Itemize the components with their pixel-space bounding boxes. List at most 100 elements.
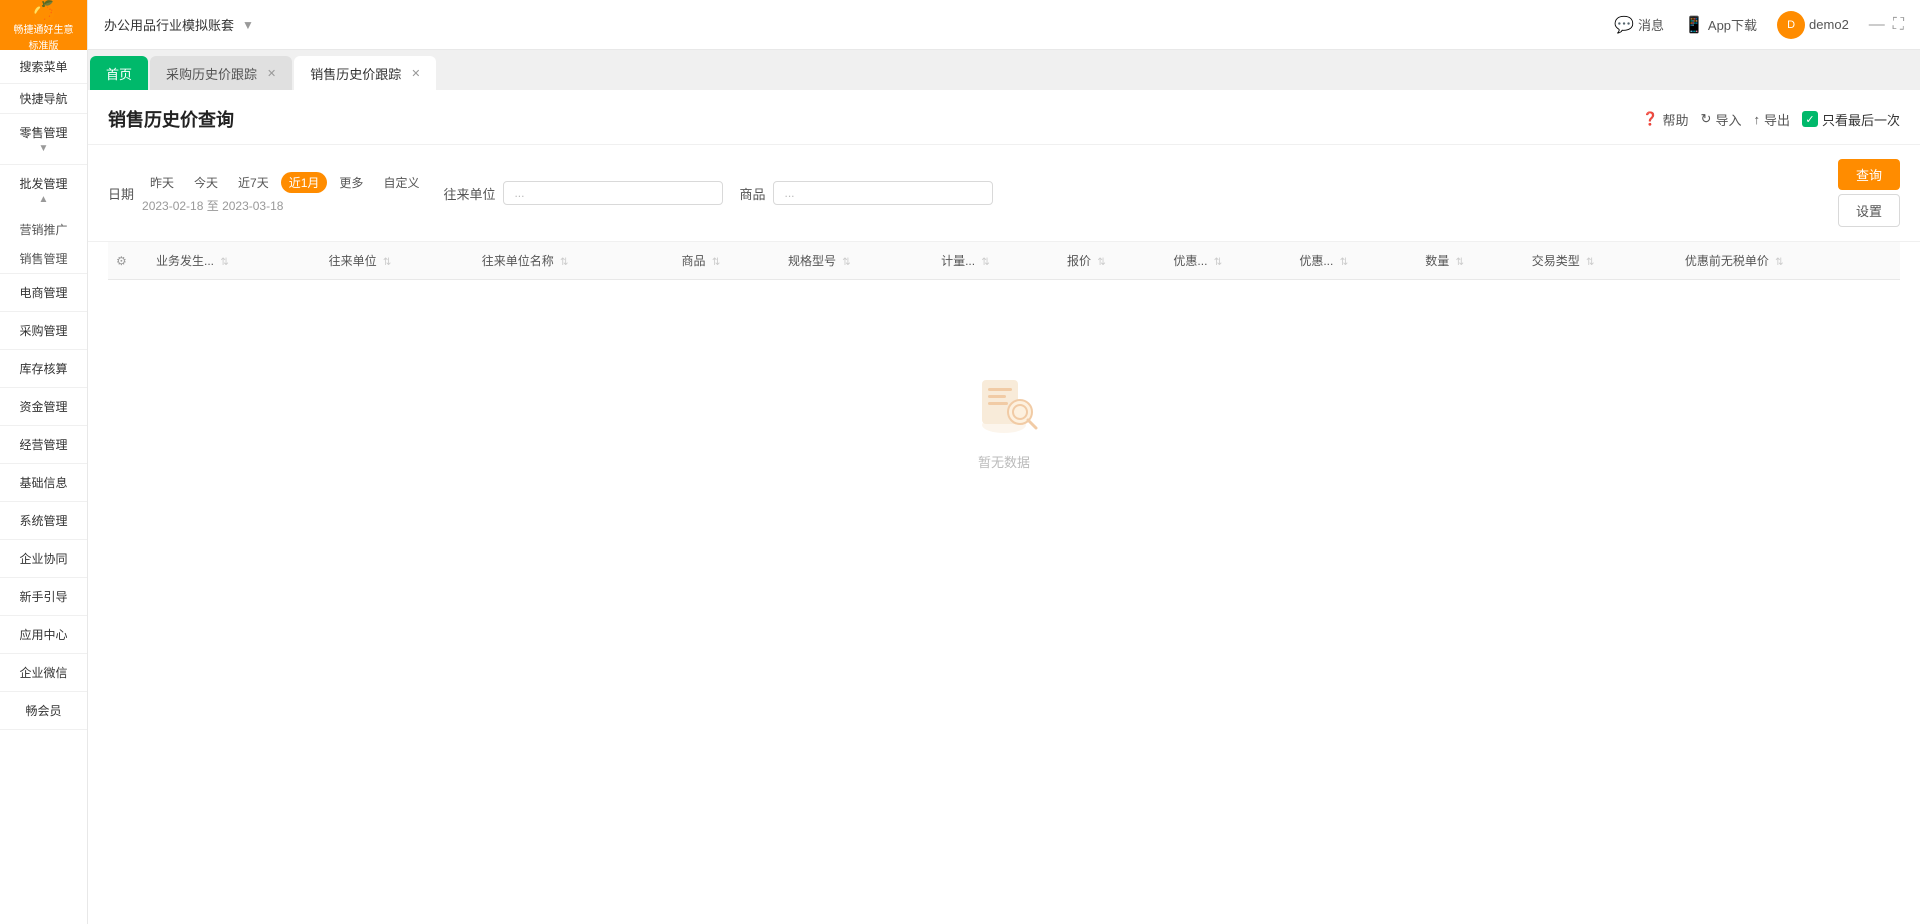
sort-icon-10: ⇅ bbox=[1456, 257, 1464, 268]
pill-7days[interactable]: 近7天 bbox=[230, 172, 277, 193]
only-last-checkbox[interactable]: ✓ bbox=[1802, 111, 1818, 127]
sidebar-item-member[interactable]: 畅会员 bbox=[0, 692, 87, 729]
goods-input[interactable]: ... bbox=[773, 181, 993, 205]
date-pills: 昨天 今天 近7天 近1月 更多 自定义 bbox=[142, 172, 427, 193]
sidebar-item-wechat[interactable]: 企业微信 bbox=[0, 654, 87, 691]
th-settings: ⚙ bbox=[108, 242, 148, 280]
sidebar-item-system[interactable]: 系统管理 bbox=[0, 502, 87, 539]
filter-row: 日期 昨天 今天 近7天 近1月 更多 自定义 2023-02-18 至 202… bbox=[108, 159, 1900, 227]
table-wrap: ⚙ 业务发生... ⇅ 往来单位 ⇅ 往来单位名称 ⇅ bbox=[88, 242, 1920, 280]
empty-icon bbox=[964, 360, 1044, 440]
help-button[interactable]: ❓ 帮助 bbox=[1642, 110, 1688, 129]
import-label: 导入 bbox=[1715, 110, 1741, 129]
th-trade-type-label: 交易类型 bbox=[1532, 254, 1580, 268]
th-unit-measure[interactable]: 计量... ⇅ bbox=[933, 242, 1059, 280]
filter-area: 日期 昨天 今天 近7天 近1月 更多 自定义 2023-02-18 至 202… bbox=[88, 145, 1920, 242]
message-icon: 💬 bbox=[1614, 15, 1634, 35]
sidebar-item-sales-mgmt[interactable]: 销售管理 bbox=[0, 244, 87, 273]
main-area: 办公用品行业模拟账套 ▼ 💬 消息 📱 App下载 D demo2 — ⛶ bbox=[88, 0, 1920, 924]
sidebar-group-management: 经营管理 bbox=[0, 426, 87, 464]
sidebar-label-member: 畅会员 bbox=[25, 702, 61, 719]
th-unit-name-label: 往来单位名称 bbox=[482, 254, 554, 268]
sidebar-group-enterprise: 企业协同 bbox=[0, 540, 87, 578]
sidebar-item-basic[interactable]: 基础信息 bbox=[0, 464, 87, 501]
sidebar-label-guide: 新手引导 bbox=[19, 588, 67, 605]
unit-input[interactable]: ... bbox=[503, 181, 723, 205]
sidebar-label-ecommerce: 电商管理 bbox=[19, 284, 67, 301]
topbar-dropdown-icon[interactable]: ▼ bbox=[242, 18, 254, 32]
maximize-button[interactable]: ⛶ bbox=[1893, 16, 1904, 34]
th-pre-discount-price[interactable]: 优惠前无税单价 ⇅ bbox=[1677, 242, 1900, 280]
pill-1month[interactable]: 近1月 bbox=[281, 172, 328, 193]
pill-more[interactable]: 更多 bbox=[331, 172, 371, 193]
pill-yesterday[interactable]: 昨天 bbox=[142, 172, 182, 193]
sidebar-item-guide[interactable]: 新手引导 bbox=[0, 578, 87, 615]
content-area: 销售历史价查询 ❓ 帮助 ↻ 导入 ↑ 导出 ✓ 只看最后一次 bbox=[88, 90, 1920, 924]
sidebar-item-finance[interactable]: 资金管理 bbox=[0, 388, 87, 425]
th-qty-label: 数量 bbox=[1425, 254, 1449, 268]
th-unit-label: 往来单位 bbox=[329, 254, 377, 268]
only-last-toggle[interactable]: ✓ 只看最后一次 bbox=[1802, 110, 1900, 129]
th-spec[interactable]: 规格型号 ⇅ bbox=[780, 242, 933, 280]
th-goods[interactable]: 商品 ⇅ bbox=[673, 242, 779, 280]
export-button[interactable]: ↑ 导出 bbox=[1753, 110, 1790, 129]
help-icon: ❓ bbox=[1642, 111, 1658, 127]
app-download-button[interactable]: 📱 App下载 bbox=[1684, 15, 1757, 35]
th-discount2[interactable]: 优惠... ⇅ bbox=[1291, 242, 1417, 280]
chevron-down-icon: ▼ bbox=[39, 143, 49, 154]
th-unit[interactable]: 往来单位 ⇅ bbox=[321, 242, 474, 280]
filter-goods: 商品 ... bbox=[739, 181, 993, 205]
sidebar-item-marketing[interactable]: 营销推广 bbox=[0, 215, 87, 244]
tab-purchase-history[interactable]: 采购历史价跟踪 ✕ bbox=[150, 56, 292, 90]
tab-home-label: 首页 bbox=[106, 64, 132, 83]
sort-icon-5: ⇅ bbox=[842, 257, 850, 268]
sidebar-group-ecommerce: 电商管理 bbox=[0, 274, 87, 312]
th-discount1[interactable]: 优惠... ⇅ bbox=[1165, 242, 1291, 280]
sidebar-item-inventory[interactable]: 库存核算 bbox=[0, 350, 87, 387]
sidebar-item-wholesale[interactable]: 批发管理 ▲ bbox=[0, 165, 87, 215]
tab-home[interactable]: 首页 bbox=[90, 56, 148, 90]
sidebar-item-ecommerce[interactable]: 电商管理 bbox=[0, 274, 87, 311]
th-qty[interactable]: 数量 ⇅ bbox=[1417, 242, 1523, 280]
date-filter-col: 昨天 今天 近7天 近1月 更多 自定义 2023-02-18 至 2023-0… bbox=[142, 172, 427, 214]
table-header: ⚙ 业务发生... ⇅ 往来单位 ⇅ 往来单位名称 ⇅ bbox=[108, 242, 1900, 280]
sidebar-group-inventory: 库存核算 bbox=[0, 350, 87, 388]
th-date[interactable]: 业务发生... ⇅ bbox=[148, 242, 321, 280]
query-button[interactable]: 查询 bbox=[1838, 159, 1900, 190]
pill-today[interactable]: 今天 bbox=[186, 172, 226, 193]
import-button[interactable]: ↻ 导入 bbox=[1701, 110, 1742, 129]
avatar: D bbox=[1777, 11, 1805, 39]
sidebar-item-retail[interactable]: 零售管理 ▼ bbox=[0, 114, 87, 164]
sidebar-label-system: 系统管理 bbox=[19, 512, 67, 529]
sidebar-item-enterprise[interactable]: 企业协同 bbox=[0, 540, 87, 577]
pill-custom[interactable]: 自定义 bbox=[375, 172, 427, 193]
settings-button[interactable]: 设置 bbox=[1838, 194, 1900, 227]
page-actions: ❓ 帮助 ↻ 导入 ↑ 导出 ✓ 只看最后一次 bbox=[1642, 110, 1900, 129]
sidebar-item-management[interactable]: 经营管理 bbox=[0, 426, 87, 463]
page-title: 销售历史价查询 bbox=[108, 106, 234, 132]
tabbar: 首页 采购历史价跟踪 ✕ 销售历史价跟踪 ✕ bbox=[88, 50, 1920, 90]
help-label: 帮助 bbox=[1663, 110, 1689, 129]
th-price[interactable]: 报价 ⇅ bbox=[1059, 242, 1165, 280]
sidebar-group-member: 畅会员 bbox=[0, 692, 87, 730]
app-name: 畅捷通好生意 bbox=[14, 24, 74, 37]
sidebar-item-appcenter[interactable]: 应用中心 bbox=[0, 616, 87, 653]
sort-icon-12: ⇅ bbox=[1775, 257, 1783, 268]
tab-sales-history[interactable]: 销售历史价跟踪 ✕ bbox=[294, 56, 436, 90]
message-button[interactable]: 💬 消息 bbox=[1614, 15, 1664, 35]
th-pre-discount-price-label: 优惠前无税单价 bbox=[1685, 254, 1769, 268]
th-trade-type[interactable]: 交易类型 ⇅ bbox=[1524, 242, 1677, 280]
th-unit-name[interactable]: 往来单位名称 ⇅ bbox=[474, 242, 674, 280]
minimize-button[interactable]: — bbox=[1869, 16, 1885, 34]
goods-placeholder: ... bbox=[784, 186, 794, 200]
sidebar-group-guide: 新手引导 bbox=[0, 578, 87, 616]
shortcut-nav[interactable]: 快捷导航 bbox=[0, 84, 87, 114]
sidebar-item-purchase[interactable]: 采购管理 bbox=[0, 312, 87, 349]
user-name: demo2 bbox=[1809, 17, 1849, 32]
tab-purchase-close-icon[interactable]: ✕ bbox=[267, 67, 276, 80]
import-icon: ↻ bbox=[1701, 111, 1712, 127]
tab-sales-close-icon[interactable]: ✕ bbox=[411, 67, 420, 80]
search-menu[interactable]: 搜索菜单 bbox=[0, 50, 87, 84]
gear-icon[interactable]: ⚙ bbox=[116, 254, 127, 268]
user-profile[interactable]: D demo2 bbox=[1777, 11, 1849, 39]
